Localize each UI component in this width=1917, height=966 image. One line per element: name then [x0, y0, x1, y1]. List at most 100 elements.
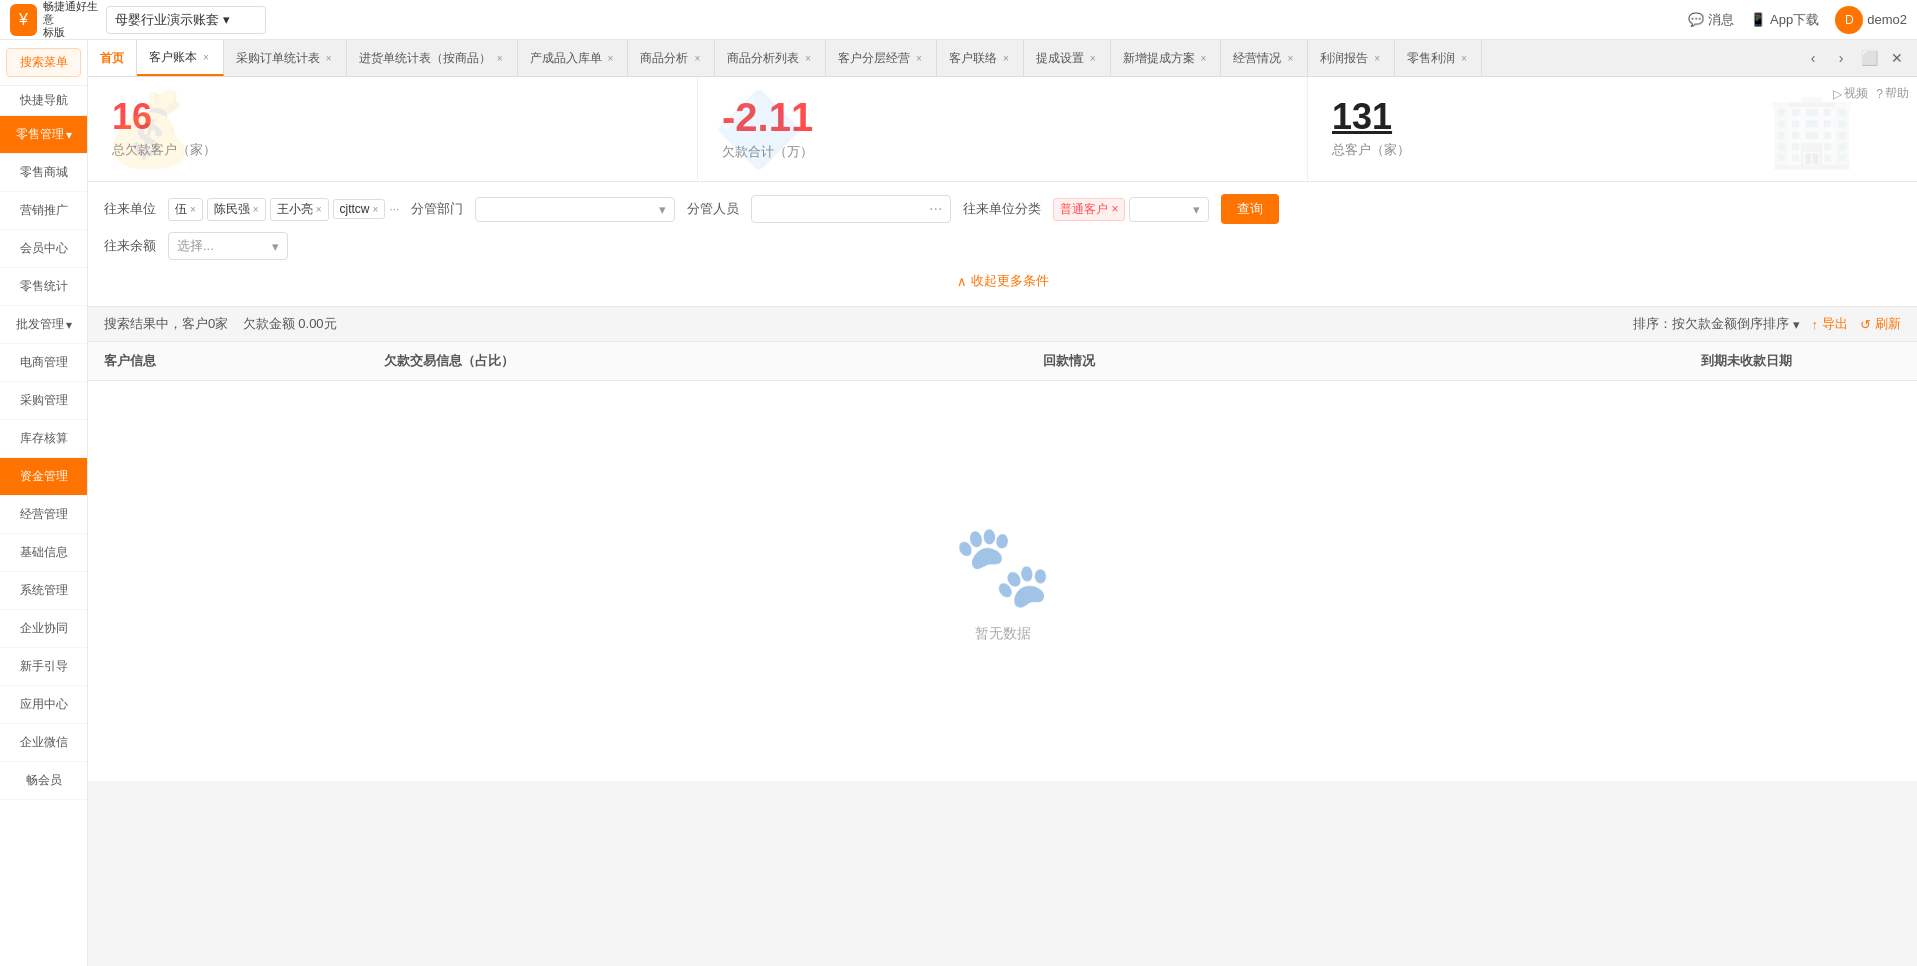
message-button[interactable]: 💬 消息 — [1688, 11, 1734, 29]
search-menu-button[interactable]: 搜索菜单 — [6, 48, 81, 77]
stat-bg-icon-2: 🔷 — [714, 87, 804, 172]
tab-bar: 首页 客户账本 × 采购订单统计表 × 进货单统计表（按商品） × 产成品入库单… — [88, 40, 1917, 77]
tab-customer-contact[interactable]: 客户联络 × — [937, 40, 1024, 76]
sidebar-item-system[interactable]: 系统管理 — [0, 572, 87, 610]
stats-area: 💰 16 总欠款客户（家） 🔷 -2.11 欠款合计（万） 🏢 — [88, 77, 1917, 182]
sidebar-item-chang-member[interactable]: 畅会员 — [0, 762, 87, 800]
sort-label: 排序：按欠款金额倒序排序 — [1633, 315, 1789, 333]
tab-close-icon[interactable]: × — [1285, 53, 1295, 64]
export-button[interactable]: ↑ 导出 — [1812, 315, 1849, 333]
chevron-up-icon: ∧ — [957, 274, 967, 289]
chevron-icon: ▾ — [66, 128, 72, 142]
quick-nav-area: 快捷导航 — [0, 86, 87, 116]
table-area: 客户信息 欠款交易信息（占比） 回款情况 到期未收款日期 🐾 暂无数据 — [88, 342, 1917, 781]
dept-filter-select[interactable]: ▾ — [475, 197, 675, 222]
tab-close-icon[interactable]: × — [692, 53, 702, 64]
balance-filter-select[interactable]: 选择... ▾ — [168, 232, 288, 260]
tab-product-analysis[interactable]: 商品分析 × — [628, 40, 715, 76]
tab-commission-setting[interactable]: 提成设置 × — [1024, 40, 1111, 76]
unit-class-select[interactable]: ▾ — [1129, 197, 1209, 222]
tab-close-icon[interactable]: × — [1459, 53, 1469, 64]
tab-product-analysis-list[interactable]: 商品分析列表 × — [715, 40, 826, 76]
tab-customer-tier[interactable]: 客户分层经营 × — [826, 40, 937, 76]
sidebar-item-member-center[interactable]: 会员中心 — [0, 230, 87, 268]
sidebar-item-retail-mall[interactable]: 零售商城 — [0, 154, 87, 192]
filter-tag-1[interactable]: 陈民强 × — [207, 198, 266, 221]
sort-selector[interactable]: 排序：按欠款金额倒序排序 ▾ — [1633, 315, 1800, 333]
tab-finished-inbound[interactable]: 产成品入库单 × — [518, 40, 629, 76]
tab-close-icon[interactable]: × — [803, 53, 813, 64]
tab-new-commission[interactable]: 新增提成方案 × — [1111, 40, 1222, 76]
video-help-area: ▷ 视频 ? 帮助 — [1833, 85, 1909, 102]
tab-inbound-stats-product[interactable]: 进货单统计表（按商品） × — [347, 40, 518, 76]
sidebar-item-wholesale[interactable]: 批发管理 ▾ — [0, 306, 87, 344]
tab-close-icon[interactable]: × — [1372, 53, 1382, 64]
tab-purchase-order-stats[interactable]: 采购订单统计表 × — [224, 40, 347, 76]
tab-close-icon[interactable]: × — [914, 53, 924, 64]
tab-home[interactable]: 首页 — [88, 40, 137, 76]
sidebar-search-area: 搜索菜单 — [0, 40, 87, 86]
filter-tag-3[interactable]: cjttcw × — [333, 199, 386, 219]
help-button[interactable]: ? 帮助 — [1876, 85, 1909, 102]
tag-close-icon[interactable]: × — [1111, 202, 1118, 216]
filter-more-tags[interactable]: ··· — [389, 202, 399, 216]
unit-class-tag[interactable]: 普通客户 × — [1053, 198, 1125, 221]
collapse-row: ∧ 收起更多条件 — [104, 268, 1901, 294]
query-button[interactable]: 查询 — [1221, 194, 1279, 224]
sidebar: 搜索菜单 快捷导航 零售管理 ▾ 零售商城 营销推广 会员中心 零售统计 批发管… — [0, 40, 88, 966]
tab-scroll-right-button[interactable]: › — [1829, 46, 1853, 70]
tag-close-icon[interactable]: × — [190, 204, 196, 215]
table-header: 客户信息 欠款交易信息（占比） 回款情况 到期未收款日期 — [88, 342, 1917, 381]
refresh-button[interactable]: ↺ 刷新 — [1860, 315, 1901, 333]
tab-customer-ledger[interactable]: 客户账本 × — [137, 40, 224, 76]
company-selector[interactable]: 母婴行业演示账套 ▾ — [106, 6, 266, 34]
tag-close-icon[interactable]: × — [373, 204, 379, 215]
filter-row-2: 往来余额 选择... ▾ — [104, 232, 1901, 260]
collapse-button[interactable]: ∧ 收起更多条件 — [957, 268, 1049, 294]
tab-expand-button[interactable]: ⬜ — [1857, 46, 1881, 70]
tab-retail-profit[interactable]: 零售利润 × — [1395, 40, 1482, 76]
table-empty-state: 🐾 暂无数据 — [88, 381, 1917, 781]
app-download-button[interactable]: 📱 App下载 — [1750, 11, 1819, 29]
sidebar-item-finance[interactable]: 资金管理 — [0, 458, 87, 496]
tag-close-icon[interactable]: × — [253, 204, 259, 215]
user-menu[interactable]: D demo2 — [1835, 6, 1907, 34]
person-dots-icon[interactable]: ··· — [929, 200, 942, 218]
sidebar-item-retail-management[interactable]: 零售管理 ▾ — [0, 116, 87, 154]
sidebar-item-app-center[interactable]: 应用中心 — [0, 686, 87, 724]
tab-close-icon[interactable]: × — [1199, 53, 1209, 64]
person-filter-label: 分管人员 — [687, 200, 739, 218]
tab-close-icon[interactable]: × — [324, 53, 334, 64]
sidebar-item-marketing[interactable]: 营销推广 — [0, 192, 87, 230]
sidebar-item-inventory[interactable]: 库存核算 — [0, 420, 87, 458]
tab-close-all-button[interactable]: ✕ — [1885, 46, 1909, 70]
sidebar-item-beginner-guide[interactable]: 新手引导 — [0, 648, 87, 686]
tab-profit-report[interactable]: 利润报告 × — [1308, 40, 1395, 76]
tab-scroll-left-button[interactable]: ‹ — [1801, 46, 1825, 70]
tab-close-icon[interactable]: × — [1001, 53, 1011, 64]
sidebar-item-basic-info[interactable]: 基础信息 — [0, 534, 87, 572]
unit-filter-tags: 伍 × 陈民强 × 王小亮 × cjttcw × — [168, 198, 399, 221]
tab-close-icon[interactable]: × — [201, 52, 211, 63]
sidebar-item-enterprise-collab[interactable]: 企业协同 — [0, 610, 87, 648]
filter-tag-0[interactable]: 伍 × — [168, 198, 203, 221]
tab-close-icon[interactable]: × — [1088, 53, 1098, 64]
video-button[interactable]: ▷ 视频 — [1833, 85, 1868, 102]
chevron-down-icon: ▾ — [1193, 202, 1200, 217]
sidebar-item-enterprise-wechat[interactable]: 企业微信 — [0, 724, 87, 762]
tab-close-icon[interactable]: × — [495, 53, 505, 64]
sidebar-item-ecommerce[interactable]: 电商管理 — [0, 344, 87, 382]
sidebar-item-operations[interactable]: 经营管理 — [0, 496, 87, 534]
sidebar-item-retail-stats[interactable]: 零售统计 — [0, 268, 87, 306]
tag-close-icon[interactable]: × — [316, 204, 322, 215]
person-filter-select[interactable]: ··· — [751, 195, 951, 223]
refresh-icon: ↺ — [1860, 317, 1871, 332]
dept-filter-label: 分管部门 — [411, 200, 463, 218]
message-icon: 💬 — [1688, 12, 1704, 27]
filter-tag-2[interactable]: 王小亮 × — [270, 198, 329, 221]
sidebar-item-purchase[interactable]: 采购管理 — [0, 382, 87, 420]
tab-business-status[interactable]: 经营情况 × — [1221, 40, 1308, 76]
quick-nav-label[interactable]: 快捷导航 — [20, 93, 68, 107]
tab-close-icon[interactable]: × — [606, 53, 616, 64]
chevron-down-icon: ▾ — [223, 12, 230, 27]
